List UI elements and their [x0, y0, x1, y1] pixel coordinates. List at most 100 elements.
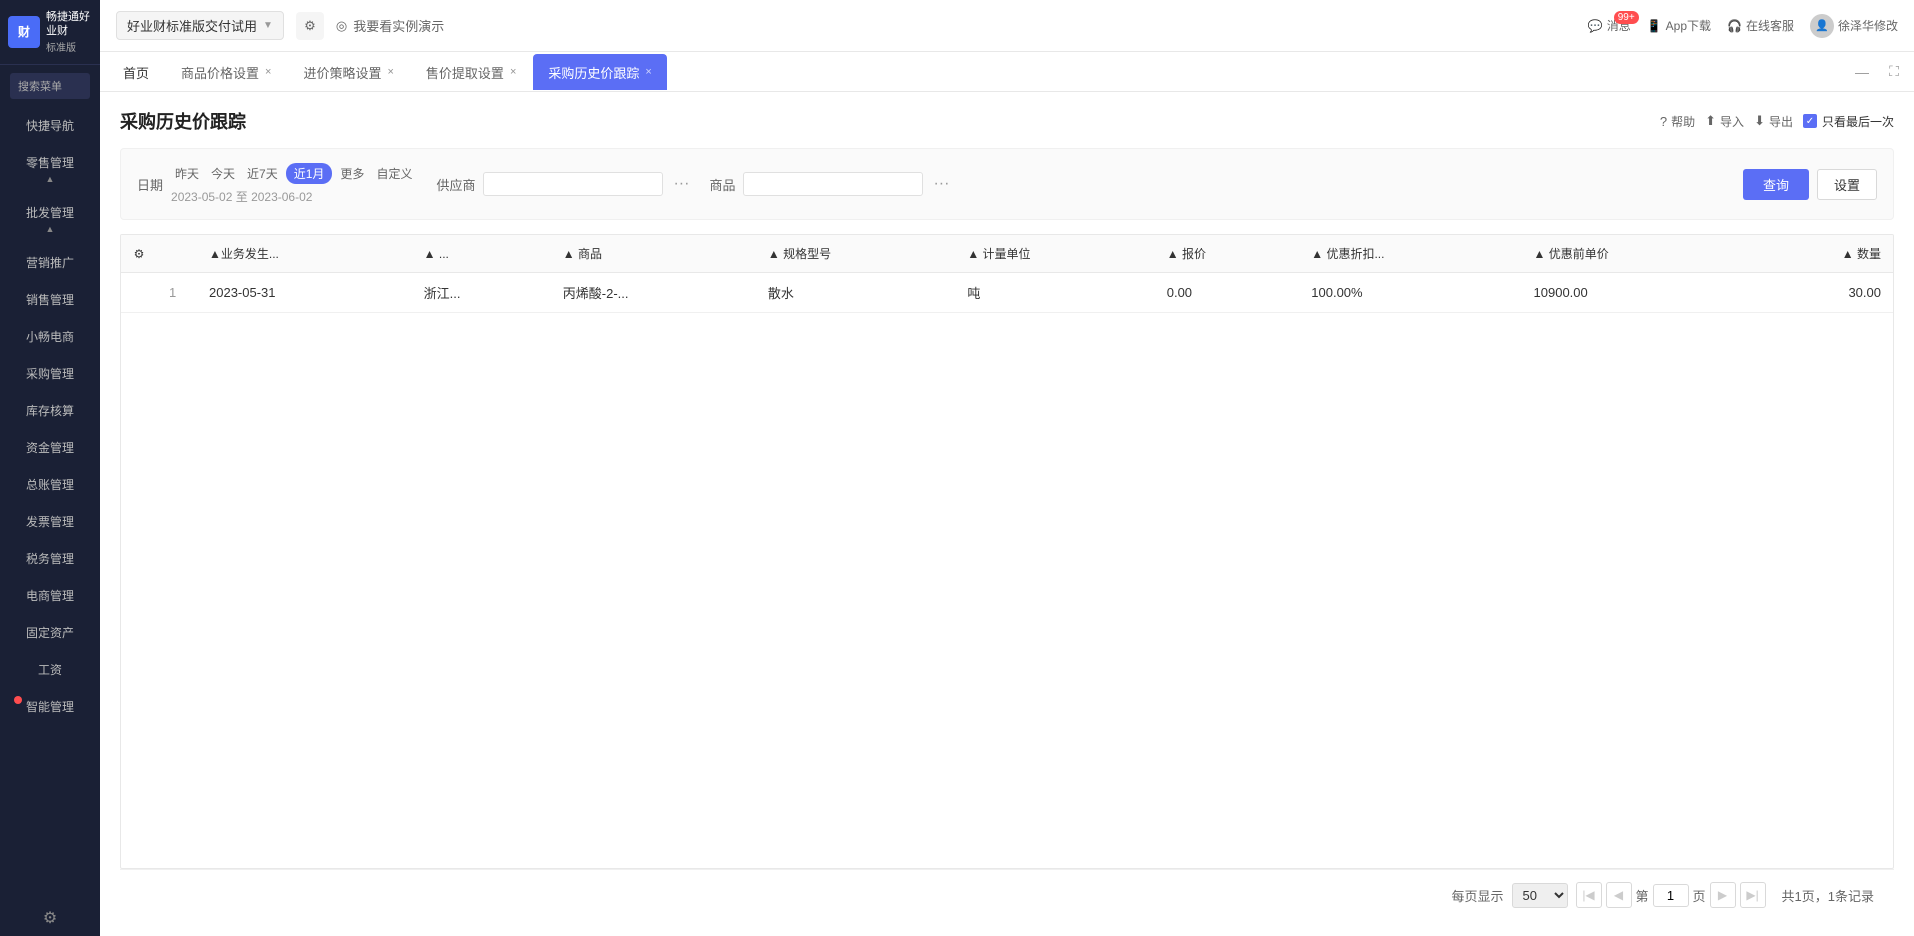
sidebar-item-label: 工资: [38, 661, 62, 678]
help-label: 帮助: [1671, 113, 1695, 130]
page-first-button[interactable]: |◀: [1576, 882, 1602, 908]
table-body: 1 2023-05-31 浙江... 丙烯酸-2-... 散水 吨 0.00 1…: [121, 273, 1893, 313]
row-unit: 吨: [955, 273, 1154, 313]
supplier-label: 供应商: [436, 175, 475, 194]
table-header: ⚙ ▲业务发生... ▲ ... ▲ 商品: [121, 235, 1893, 273]
message-button[interactable]: 💬 消息 99+: [1588, 17, 1631, 34]
page-prev-button[interactable]: ◀: [1606, 882, 1632, 908]
help-button[interactable]: ? 帮助: [1660, 113, 1695, 130]
sidebar-item-tax[interactable]: 税务管理: [0, 540, 100, 577]
last-only-checkbox[interactable]: ✓ 只看最后一次: [1803, 113, 1894, 130]
date-btn-more[interactable]: 更多: [336, 163, 368, 184]
import-button[interactable]: ⬆ 导入: [1705, 113, 1744, 130]
sidebar-logo: 财 畅捷通好业财 标准版: [0, 0, 100, 65]
sidebar-item-invoice[interactable]: 发票管理: [0, 503, 100, 540]
sidebar-item-label: 采购管理: [26, 365, 74, 382]
th-more-label: ▲ ...: [424, 247, 449, 261]
tab-label: 采购历史价跟踪: [548, 63, 639, 82]
tab-close-icon[interactable]: ×: [645, 66, 651, 78]
th-unit[interactable]: ▲ 计量单位: [955, 235, 1154, 273]
sidebar-item-wholesale[interactable]: 批发管理 ▲: [0, 194, 100, 244]
date-btn-today[interactable]: 今天: [207, 163, 239, 184]
th-price[interactable]: ▲ 报价: [1155, 235, 1300, 273]
th-product[interactable]: ▲ 商品: [551, 235, 756, 273]
sidebar-item-marketing[interactable]: 营销推广: [0, 244, 100, 281]
export-button[interactable]: ⬇ 导出: [1754, 113, 1793, 130]
sidebar-item-label: 销售管理: [26, 291, 74, 308]
sidebar-item-inventory[interactable]: 库存核算: [0, 392, 100, 429]
tab-maximize-icon[interactable]: ⛶: [1882, 60, 1906, 84]
th-unit-label: ▲ 计量单位: [967, 247, 1030, 261]
service-icon: 🎧: [1727, 19, 1742, 33]
supplier-input[interactable]: [483, 172, 663, 196]
user-name: 徐泽华修改: [1838, 17, 1898, 34]
query-button[interactable]: 查询: [1743, 169, 1809, 200]
th-spec-label: ▲ 规格型号: [768, 247, 831, 261]
tab-close-icon[interactable]: ×: [510, 66, 516, 78]
tab-label: 进价策略设置: [303, 63, 381, 82]
product-more-icon[interactable]: ···: [933, 175, 949, 193]
sidebar-item-label: 营销推广: [26, 254, 74, 271]
th-quantity[interactable]: ▲ 数量: [1748, 235, 1893, 273]
tab-history-price[interactable]: 采购历史价跟踪 ×: [533, 54, 666, 90]
sidebar-bottom: ⚙: [0, 900, 100, 936]
app-icon: 📱: [1647, 19, 1662, 33]
avatar: 👤: [1810, 14, 1834, 38]
sidebar-item-payroll[interactable]: 工资: [0, 651, 100, 688]
th-discount[interactable]: ▲ 优惠折扣...: [1299, 235, 1521, 273]
th-pre-price[interactable]: ▲ 优惠前单价: [1522, 235, 1749, 273]
tab-close-icon[interactable]: ×: [265, 66, 271, 78]
tab-close-icon[interactable]: ×: [387, 66, 393, 78]
sidebar-item-ecommerce-small[interactable]: 小畅电商: [0, 318, 100, 355]
row-date: 2023-05-31: [197, 273, 412, 313]
sidebar-item-finance[interactable]: 资金管理: [0, 429, 100, 466]
date-btn-custom[interactable]: 自定义: [372, 163, 416, 184]
tab-home[interactable]: 首页: [108, 54, 164, 90]
sidebar-item-fixed-assets[interactable]: 固定资产: [0, 614, 100, 651]
sidebar-item-quick-nav[interactable]: 快捷导航: [0, 107, 100, 144]
date-btn-1month[interactable]: 近1月: [286, 163, 333, 184]
filter-buttons: 查询 设置: [1743, 169, 1877, 200]
tabs-right-actions: — ⛶: [1850, 60, 1906, 84]
demo-text: 我要看实例演示: [353, 16, 444, 35]
tab-price[interactable]: 商品价格设置 ×: [166, 54, 286, 90]
product-input[interactable]: [743, 172, 923, 196]
setting-button[interactable]: 设置: [1817, 169, 1877, 200]
user-menu-button[interactable]: 👤 徐泽华修改: [1810, 14, 1898, 38]
page-unit: 页: [1693, 886, 1706, 905]
tab-sale-price[interactable]: 售价提取设置 ×: [411, 54, 531, 90]
search-menu-button[interactable]: 搜索菜单: [10, 73, 90, 99]
sidebar-item-ecommerce[interactable]: 电商管理: [0, 577, 100, 614]
supplier-more-icon[interactable]: ···: [673, 175, 689, 193]
table-settings-icon[interactable]: ⚙: [134, 247, 145, 261]
page-next-button[interactable]: ▶: [1710, 882, 1736, 908]
message-badge: 99+: [1614, 11, 1639, 24]
th-more[interactable]: ▲ ...: [412, 235, 551, 273]
tab-purchase-strategy[interactable]: 进价策略设置 ×: [288, 54, 408, 90]
date-btn-7days[interactable]: 近7天: [243, 163, 282, 184]
supplier-filter: 供应商 ···: [436, 172, 689, 196]
topbar-gear-button[interactable]: ⚙: [296, 12, 324, 40]
date-btn-yesterday[interactable]: 昨天: [171, 163, 203, 184]
sidebar-search-area: 搜索菜单: [0, 65, 100, 107]
sidebar-item-account[interactable]: 总账管理: [0, 466, 100, 503]
settings-gear-icon[interactable]: ⚙: [43, 908, 57, 928]
th-date[interactable]: ▲业务发生...: [197, 235, 412, 273]
th-spec[interactable]: ▲ 规格型号: [756, 235, 955, 273]
page-size-select[interactable]: 50 100 200: [1512, 883, 1568, 908]
th-quantity-label: ▲ 数量: [1842, 247, 1881, 261]
page-last-button[interactable]: ▶|: [1740, 882, 1766, 908]
page-size-label: 每页显示: [1451, 886, 1503, 905]
sidebar-item-purchase[interactable]: 采购管理: [0, 355, 100, 392]
page-navigation: |◀ ◀ 第 页 ▶ ▶|: [1576, 882, 1766, 908]
page-number-input[interactable]: [1653, 884, 1689, 907]
tab-minimize-icon[interactable]: —: [1850, 60, 1874, 84]
company-selector[interactable]: 好业财标准版交付试用 ▼: [116, 11, 284, 40]
demo-link[interactable]: ◎ 我要看实例演示: [336, 16, 444, 35]
sidebar-item-retail[interactable]: 零售管理 ▲: [0, 144, 100, 194]
sidebar-item-smart[interactable]: 智能管理: [0, 688, 100, 725]
online-service-button[interactable]: 🎧 在线客服: [1727, 17, 1794, 34]
app-download-button[interactable]: 📱 App下载: [1647, 17, 1711, 34]
app-logo-text: 畅捷通好业财: [46, 10, 92, 39]
sidebar-item-sales[interactable]: 销售管理: [0, 281, 100, 318]
